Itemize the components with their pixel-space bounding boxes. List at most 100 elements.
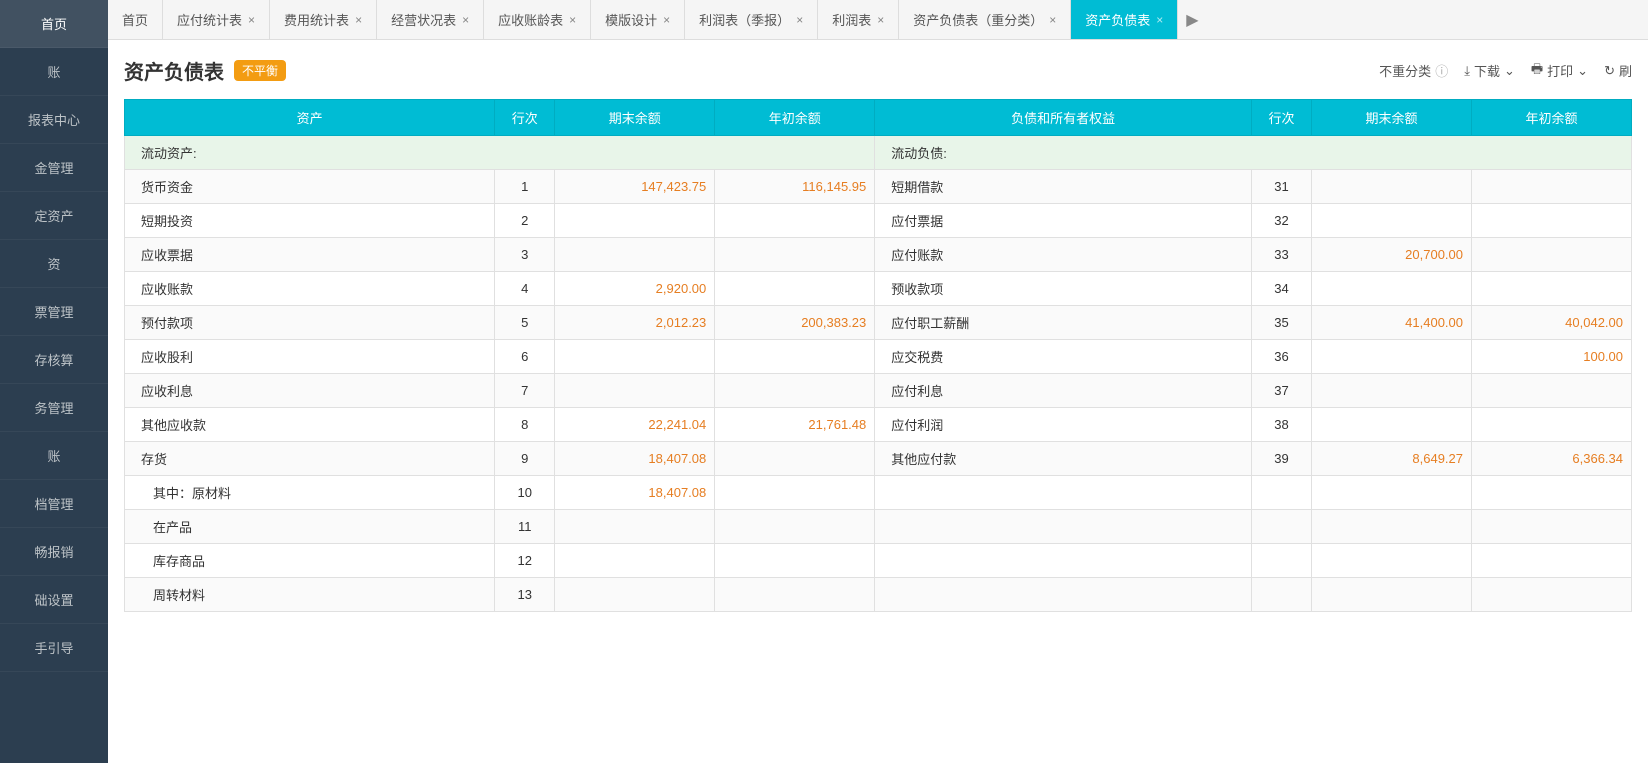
tab-payable-stats[interactable]: 应付统计表 × (163, 0, 270, 40)
page-header: 资产负债表 不平衡 不重分类 ⓘ ⤓ 下载 ⌄ 🖶 打印 ⌄ (124, 56, 1632, 85)
year-start-amount2 (1472, 476, 1632, 510)
liability-name (875, 578, 1252, 612)
year-start-amount (715, 374, 875, 408)
sidebar: 首页 账 报表中心 金管理 定资产 资 票管理 存核算 务管理 账 档管理 畅报… (0, 0, 108, 763)
sidebar-item-tax[interactable]: 务管理 (0, 384, 108, 432)
row-number: 13 (495, 578, 555, 612)
year-start-amount[interactable]: 116,145.95 (715, 170, 875, 204)
tab-balance-close[interactable]: × (1156, 13, 1163, 27)
period-end-amount2 (1312, 578, 1472, 612)
header-asset: 资产 (125, 100, 495, 136)
period-end-amount (555, 340, 715, 374)
page-title: 资产负债表 (124, 56, 224, 85)
period-end-amount2 (1312, 272, 1472, 306)
year-start-amount[interactable]: 21,761.48 (715, 408, 875, 442)
period-end-amount[interactable]: 147,423.75 (555, 170, 715, 204)
no-classify-label: 不重分类 (1379, 61, 1431, 80)
year-start-amount (715, 544, 875, 578)
tab-template-design[interactable]: 模版设计 × (591, 0, 685, 40)
row-number: 10 (495, 476, 555, 510)
period-end-amount[interactable]: 18,407.08 (555, 476, 715, 510)
period-end-amount[interactable]: 22,241.04 (555, 408, 715, 442)
tab-business-status-close[interactable]: × (462, 13, 469, 27)
tab-cost-stats-close[interactable]: × (355, 13, 362, 27)
period-end-amount (555, 578, 715, 612)
sidebar-item-archive[interactable]: 档管理 (0, 480, 108, 528)
period-end-amount[interactable]: 2,012.23 (555, 306, 715, 340)
category-right-label: 流动负债: (875, 136, 1632, 170)
tab-template-design-close[interactable]: × (663, 13, 670, 27)
sidebar-item-report-center[interactable]: 报表中心 (0, 96, 108, 144)
tab-business-status-label: 经营状况表 (391, 10, 456, 29)
tab-cost-stats[interactable]: 费用统计表 × (270, 0, 377, 40)
year-start-amount (715, 340, 875, 374)
tab-balance[interactable]: 资产负债表 × (1071, 0, 1178, 40)
sidebar-item-settings[interactable]: 础设置 (0, 576, 108, 624)
asset-name: 货币资金 (125, 170, 495, 204)
refresh-button[interactable]: ↻ 刷 (1604, 61, 1632, 80)
row-number: 6 (495, 340, 555, 374)
row-number: 7 (495, 374, 555, 408)
liability-name: 应付利润 (875, 408, 1252, 442)
period-end-amount2[interactable]: 8,649.27 (1312, 442, 1472, 476)
tab-profit[interactable]: 利润表 × (818, 0, 899, 40)
tab-balance-reclassified[interactable]: 资产负债表（重分类） × (899, 0, 1071, 40)
year-start-amount2[interactable]: 40,042.00 (1472, 306, 1632, 340)
asset-name: 应收票据 (125, 238, 495, 272)
period-end-amount2[interactable]: 20,700.00 (1312, 238, 1472, 272)
download-button[interactable]: ⤓ 下载 ⌄ (1464, 61, 1515, 80)
period-end-amount[interactable]: 2,920.00 (555, 272, 715, 306)
header-row-num2: 行次 (1252, 100, 1312, 136)
tab-bar: 首页 应付统计表 × 费用统计表 × 经营状况表 × 应收账龄表 × 模版设计 … (108, 0, 1648, 40)
asset-name: 存货 (125, 442, 495, 476)
liability-name (875, 510, 1252, 544)
asset-name: 在产品 (125, 510, 495, 544)
row-number: 12 (495, 544, 555, 578)
tab-home[interactable]: 首页 (108, 0, 163, 40)
sidebar-item-inventory[interactable]: 存核算 (0, 336, 108, 384)
print-button[interactable]: 🖶 打印 ⌄ (1531, 60, 1588, 82)
tab-profit-quarterly-close[interactable]: × (796, 13, 803, 27)
tab-scroll-right[interactable]: ▶ (1178, 0, 1206, 40)
asset-name: 库存商品 (125, 544, 495, 578)
sidebar-item-ticket[interactable]: 票管理 (0, 288, 108, 336)
content-area: 资产负债表 不平衡 不重分类 ⓘ ⤓ 下载 ⌄ 🖶 打印 ⌄ (108, 40, 1648, 763)
tab-receivable-aging[interactable]: 应收账龄表 × (484, 0, 591, 40)
table-row: 存货 9 18,407.08 其他应付款 39 8,649.27 6,366.3… (125, 442, 1632, 476)
sidebar-item-ledger[interactable]: 账 (0, 432, 108, 480)
period-end-amount[interactable]: 18,407.08 (555, 442, 715, 476)
year-start-amount2[interactable]: 6,366.34 (1472, 442, 1632, 476)
sidebar-item-home[interactable]: 首页 (0, 0, 108, 48)
period-end-amount2 (1312, 170, 1472, 204)
year-start-amount[interactable]: 200,383.23 (715, 306, 875, 340)
row-number: 8 (495, 408, 555, 442)
tab-business-status[interactable]: 经营状况表 × (377, 0, 484, 40)
table-row: 短期投资 2 应付票据 32 (125, 204, 1632, 238)
sidebar-item-fixed-assets[interactable]: 定资产 (0, 192, 108, 240)
tab-profit-close[interactable]: × (877, 13, 884, 27)
header-period-end: 期末余额 (555, 100, 715, 136)
sidebar-item-account[interactable]: 账 (0, 48, 108, 96)
year-start-amount2[interactable]: 100.00 (1472, 340, 1632, 374)
no-classify-option[interactable]: 不重分类 ⓘ (1379, 61, 1448, 80)
row-number2 (1252, 510, 1312, 544)
year-start-amount2 (1472, 204, 1632, 238)
row-number2: 38 (1252, 408, 1312, 442)
tab-profit-quarterly[interactable]: 利润表（季报） × (685, 0, 818, 40)
sidebar-item-expense[interactable]: 畅报销 (0, 528, 108, 576)
sidebar-item-guide[interactable]: 手引导 (0, 624, 108, 672)
tab-payable-stats-label: 应付统计表 (177, 10, 242, 29)
period-end-amount2[interactable]: 41,400.00 (1312, 306, 1472, 340)
period-end-amount2 (1312, 204, 1472, 238)
asset-name: 其他应收款 (125, 408, 495, 442)
header-year-start2: 年初余额 (1472, 100, 1632, 136)
year-start-amount2 (1472, 374, 1632, 408)
period-end-amount2 (1312, 374, 1472, 408)
sidebar-item-investment[interactable]: 资 (0, 240, 108, 288)
sidebar-item-finance[interactable]: 金管理 (0, 144, 108, 192)
year-start-amount2 (1472, 544, 1632, 578)
tab-receivable-aging-close[interactable]: × (569, 13, 576, 27)
tab-balance-reclassified-close[interactable]: × (1049, 13, 1056, 27)
asset-name: 短期投资 (125, 204, 495, 238)
tab-payable-stats-close[interactable]: × (248, 13, 255, 27)
